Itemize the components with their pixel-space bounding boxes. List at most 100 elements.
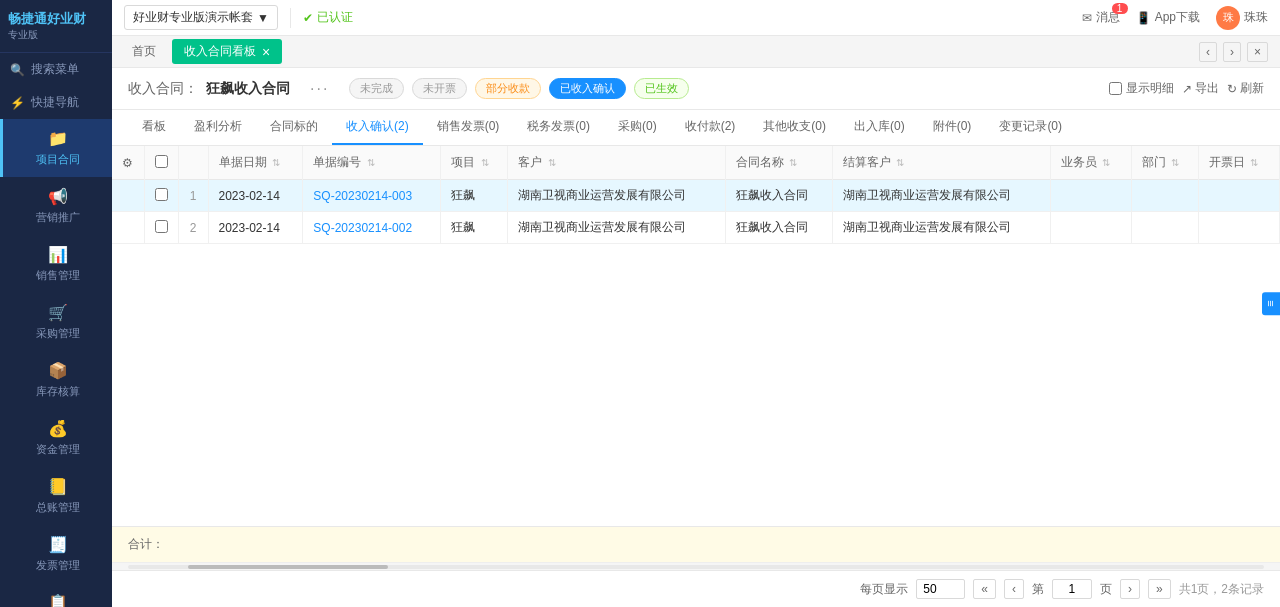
- certified-badge: ✔ 已认证: [303, 9, 353, 26]
- sidebar-item-project[interactable]: 📁 项目合同: [0, 119, 112, 177]
- sidebar-item-invoice[interactable]: 🧾 发票管理: [0, 525, 112, 583]
- th-settings[interactable]: ⚙: [112, 146, 144, 180]
- code-link[interactable]: SQ-20230214-002: [313, 221, 412, 235]
- sidebar-item-quicknav[interactable]: ⚡ 快捷导航: [0, 86, 112, 119]
- message-btn[interactable]: ✉ 1 消息: [1082, 9, 1120, 26]
- sidebar-item-sales[interactable]: 📊 销售管理: [0, 235, 112, 293]
- th-customer[interactable]: 客户 ⇅: [508, 146, 726, 180]
- tab-sales-invoice[interactable]: 销售发票(0): [423, 110, 514, 145]
- sidebar-item-marketing[interactable]: 📢 营销推广: [0, 177, 112, 235]
- th-date[interactable]: 单据日期 ⇅: [208, 146, 303, 180]
- status-uninvoiced[interactable]: 未开票: [412, 78, 467, 99]
- sidebar-item-ledger[interactable]: 📒 总账管理: [0, 467, 112, 525]
- next-page-btn[interactable]: ›: [1120, 579, 1140, 599]
- tab-purchase[interactable]: 采购(0): [604, 110, 671, 145]
- tab-revenue[interactable]: 收入确认(2): [332, 110, 423, 145]
- tab-tax-invoice[interactable]: 税务发票(0): [513, 110, 604, 145]
- td-date: 2023-02-14: [208, 180, 303, 212]
- sidebar-inventory-label: 库存核算: [36, 384, 80, 399]
- status-partial[interactable]: 部分收款: [475, 78, 541, 99]
- tab-profit[interactable]: 盈利分析: [180, 110, 256, 145]
- th-project[interactable]: 项目 ⇅: [441, 146, 508, 180]
- th-department[interactable]: 部门 ⇅: [1131, 146, 1198, 180]
- sidebar-logo: 畅捷通好业财 专业版: [0, 0, 112, 53]
- page-input[interactable]: [1052, 579, 1092, 599]
- status-confirmed[interactable]: 已收入确认: [549, 78, 626, 99]
- export-btn[interactable]: ↗ 导出: [1182, 80, 1219, 97]
- th-salesperson[interactable]: 业务员 ⇅: [1050, 146, 1131, 180]
- sidebar-project-label: 项目合同: [36, 152, 80, 167]
- th-code[interactable]: 单据编号 ⇅: [303, 146, 441, 180]
- code-link[interactable]: SQ-20230214-003: [313, 189, 412, 203]
- topbar-divider: [290, 8, 291, 28]
- td-project: 狂飙: [441, 212, 508, 244]
- tab-changes[interactable]: 变更记录(0): [985, 110, 1076, 145]
- avatar: 珠: [1216, 6, 1240, 30]
- certified-label: 已认证: [317, 9, 353, 26]
- th-open-date[interactable]: 开票日 ⇅: [1198, 146, 1279, 180]
- company-selector[interactable]: 好业财专业版演示帐套 ▼: [124, 5, 278, 30]
- sidebar-item-search[interactable]: 🔍 搜索菜单: [0, 53, 112, 86]
- td-checkbox[interactable]: [144, 180, 178, 212]
- export-icon: ↗: [1182, 82, 1192, 96]
- first-page-btn[interactable]: «: [973, 579, 996, 599]
- page-total: 共1页，2条记录: [1179, 581, 1264, 598]
- contract-tab[interactable]: 收入合同看板 ×: [172, 39, 282, 64]
- status-incomplete[interactable]: 未完成: [349, 78, 404, 99]
- tab-attachment[interactable]: 附件(0): [919, 110, 986, 145]
- td-settle-customer: 湖南卫视商业运营发展有限公司: [833, 180, 1051, 212]
- td-num: 1: [178, 180, 208, 212]
- page-size-select[interactable]: 50 20 100: [916, 579, 965, 599]
- message-icon: ✉: [1082, 11, 1092, 25]
- tab-nav-close[interactable]: ×: [1247, 42, 1268, 62]
- app-download-btn[interactable]: 📱 App下载: [1136, 9, 1200, 26]
- contract-more-btn[interactable]: ···: [302, 80, 337, 98]
- sidebar-item-inventory[interactable]: 📦 库存核算: [0, 351, 112, 409]
- td-department: [1131, 212, 1198, 244]
- refresh-btn[interactable]: ↻ 刷新: [1227, 80, 1264, 97]
- scroll-track: [128, 565, 1264, 569]
- th-settle-customer[interactable]: 结算客户 ⇅: [833, 146, 1051, 180]
- contract-tab-label: 收入合同看板: [184, 43, 256, 60]
- tabbar: 首页 收入合同看板 × ‹ › ×: [112, 36, 1280, 68]
- td-open-date: [1198, 180, 1279, 212]
- table-row[interactable]: 1 2023-02-14 SQ-20230214-003 狂飙 湖南卫视商业运营…: [112, 180, 1280, 212]
- inner-tabs: 看板 盈利分析 合同标的 收入确认(2) 销售发票(0) 税务发票(0) 采购(…: [112, 110, 1280, 146]
- sidebar-item-purchase[interactable]: 🛒 采购管理: [0, 293, 112, 351]
- quicknav-icon: ⚡: [10, 96, 25, 110]
- right-panel-icon[interactable]: ≡: [1262, 292, 1280, 315]
- show-detail-checkbox[interactable]: [1109, 82, 1122, 95]
- show-detail-toggle[interactable]: 显示明细: [1109, 80, 1174, 97]
- sidebar-purchase-label: 采购管理: [36, 326, 80, 341]
- status-effective[interactable]: 已生效: [634, 78, 689, 99]
- sidebar-search-label: 搜索菜单: [31, 61, 79, 78]
- tab-kanban[interactable]: 看板: [128, 110, 180, 145]
- th-num: [178, 146, 208, 180]
- total-label: 合计：: [128, 536, 164, 553]
- tab-other[interactable]: 其他收支(0): [749, 110, 840, 145]
- tab-nav-next[interactable]: ›: [1223, 42, 1241, 62]
- td-num: 2: [178, 212, 208, 244]
- scroll-thumb[interactable]: [188, 565, 388, 569]
- tab-subject[interactable]: 合同标的: [256, 110, 332, 145]
- last-page-btn[interactable]: »: [1148, 579, 1171, 599]
- home-tab[interactable]: 首页: [124, 39, 164, 64]
- table-row[interactable]: 2 2023-02-14 SQ-20230214-002 狂飙 湖南卫视商业运营…: [112, 212, 1280, 244]
- select-all-checkbox[interactable]: [155, 155, 168, 168]
- td-checkbox[interactable]: [144, 212, 178, 244]
- prev-page-btn[interactable]: ‹: [1004, 579, 1024, 599]
- topbar-right: ✉ 1 消息 📱 App下载 珠 珠珠: [1082, 6, 1268, 30]
- td-salesperson: [1050, 180, 1131, 212]
- sidebar-item-funds[interactable]: 💰 资金管理: [0, 409, 112, 467]
- tab-close-btn[interactable]: ×: [262, 45, 270, 59]
- data-table: ⚙ 单据日期 ⇅ 单据编号 ⇅ 项目 ⇅ 客户 ⇅ 合同名称 ⇅ 结算客户 ⇅ …: [112, 146, 1280, 244]
- sidebar-sales-label: 销售管理: [36, 268, 80, 283]
- user-profile[interactable]: 珠 珠珠: [1216, 6, 1268, 30]
- tab-nav-prev[interactable]: ‹: [1199, 42, 1217, 62]
- tab-payment[interactable]: 收付款(2): [671, 110, 750, 145]
- scroll-hint: [112, 562, 1280, 570]
- td-salesperson: [1050, 212, 1131, 244]
- sidebar-item-tax[interactable]: 📋 税务管理: [0, 583, 112, 607]
- tab-warehouse[interactable]: 出入库(0): [840, 110, 919, 145]
- th-contract-name[interactable]: 合同名称 ⇅: [726, 146, 833, 180]
